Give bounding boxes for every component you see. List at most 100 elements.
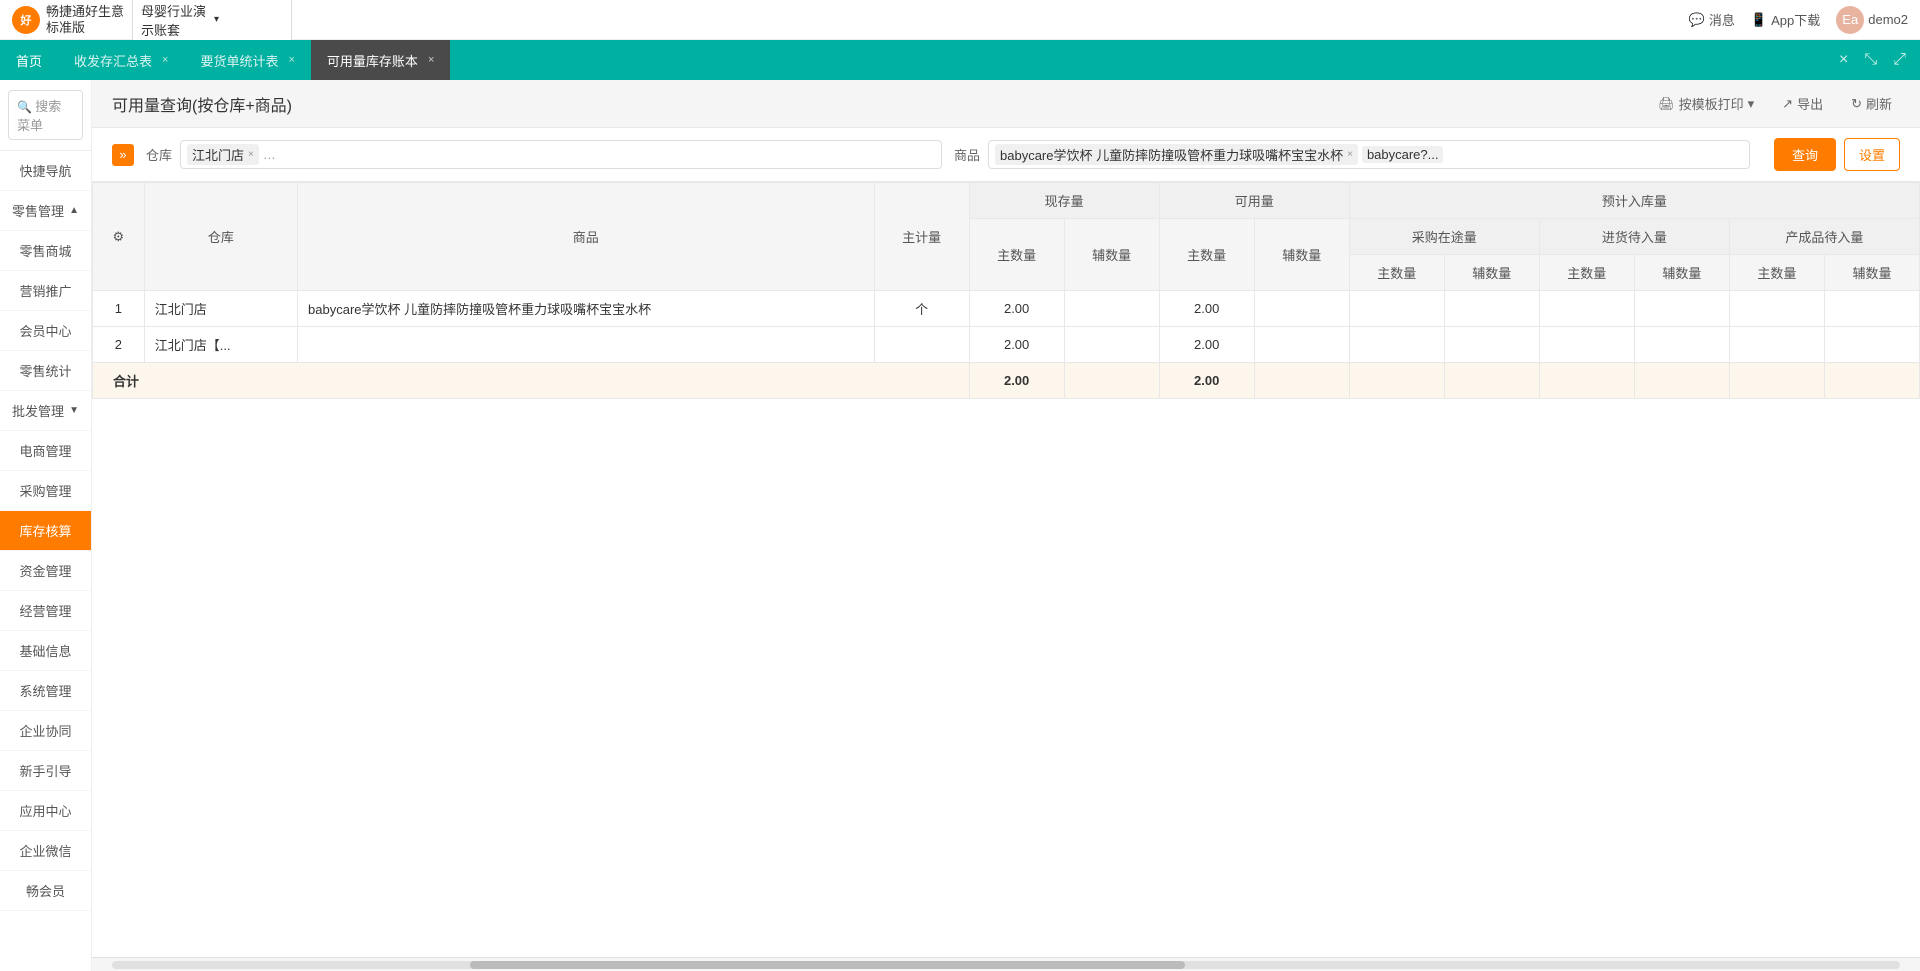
production-aux-qty-header: 辅数量: [1824, 255, 1919, 291]
search-menu-btn[interactable]: 🔍 搜索菜单: [8, 90, 83, 140]
top-bar-right: 💬 消息 📱 App下载 Ea demo2: [1689, 6, 1908, 34]
tab-bar-actions: × ⤡ ⤢: [1833, 47, 1920, 73]
footer-incoming-main: [1539, 363, 1634, 399]
product-column-header: 商品: [298, 183, 875, 291]
message-icon: 💬: [1689, 12, 1705, 28]
sidebar-item-zero-sales-stats[interactable]: 零售统计: [0, 351, 91, 391]
sidebar-item-member-center[interactable]: 会员中心: [0, 311, 91, 351]
row-unit-2: [874, 327, 969, 363]
sidebar-item-zero-sales-mgmt[interactable]: 零售管理 ▲: [0, 191, 91, 231]
row-purchase-aux-1: [1444, 291, 1539, 327]
message-btn[interactable]: 💬 消息: [1689, 10, 1735, 29]
filter-actions: 查询 设置: [1774, 138, 1900, 171]
refresh-btn[interactable]: ↻ 刷新: [1843, 90, 1900, 117]
sidebar-item-enterprise-wechat[interactable]: 企业微信: [0, 831, 91, 871]
row-purchase-aux-2: [1444, 327, 1539, 363]
sidebar-item-finance-mgmt[interactable]: 资金管理: [0, 551, 91, 591]
stock-main-qty-header: 主数量: [969, 219, 1064, 291]
tab-requisition[interactable]: 要货单统计表 ×: [184, 40, 310, 80]
product-filter-label: 商品: [954, 145, 980, 164]
row-purchase-main-2: [1349, 327, 1444, 363]
app-download-btn[interactable]: 📱 App下载: [1751, 10, 1820, 29]
sidebar-item-ecommerce-mgmt[interactable]: 电商管理: [0, 431, 91, 471]
filter-expand-btn[interactable]: »: [112, 144, 134, 166]
data-table: ⚙ 仓库 商品 主计量 现存量 可用量 预计入库量 主数量 辅数量 主数量: [92, 182, 1920, 399]
footer-stock-aux: [1064, 363, 1159, 399]
row-product-2: [298, 327, 875, 363]
product-tag-1: babycare学饮杯 儿童防摔防撞吸管杯重力球吸嘴杯宝宝水杯 ×: [995, 144, 1358, 165]
sidebar-item-operations-mgmt[interactable]: 经营管理: [0, 591, 91, 631]
logo-area: 好 畅捷通好生意 标准版: [12, 4, 124, 35]
tab-close-receive-send[interactable]: ×: [162, 54, 168, 66]
user-menu[interactable]: Ea demo2: [1836, 6, 1908, 34]
table-wrapper: ⚙ 仓库 商品 主计量 现存量 可用量 预计入库量 主数量 辅数量 主数量: [92, 182, 1920, 957]
sidebar-item-quick-nav[interactable]: 快捷导航: [0, 151, 91, 191]
sidebar-item-system-mgmt[interactable]: 系统管理: [0, 671, 91, 711]
product-tag-container[interactable]: babycare学饮杯 儿童防摔防撞吸管杯重力球吸嘴杯宝宝水杯 × babyca…: [988, 140, 1750, 169]
setting-btn[interactable]: 设置: [1844, 138, 1900, 171]
tab-bar: 首页 收发存汇总表 × 要货单统计表 × 可用量库存账本 × × ⤡ ⤢: [0, 40, 1920, 80]
print-icon: 🖨: [1658, 96, 1675, 112]
product-filter-group: 商品 babycare学饮杯 儿童防摔防撞吸管杯重力球吸嘴杯宝宝水杯 × bab…: [954, 140, 1750, 169]
product-tag-close-1[interactable]: ×: [1347, 149, 1353, 160]
sidebar-item-inventory-check[interactable]: 库存核算: [0, 511, 91, 551]
main-layout: 🔍 搜索菜单 快捷导航 零售管理 ▲ 零售商城 营销推广 会员中心 零售统计 批…: [0, 80, 1920, 971]
horizontal-scrollbar[interactable]: [92, 957, 1920, 971]
sidebar-item-enterprise-collab[interactable]: 企业协同: [0, 711, 91, 751]
content-area: 可用量查询(按仓库+商品) 🖨 按模板打印 ▾ ↗ 导出 ↻ 刷新: [92, 80, 1920, 971]
avatar: Ea: [1836, 6, 1864, 34]
sidebar-item-app-center[interactable]: 应用中心: [0, 791, 91, 831]
receive-send-tab-label: 收发存汇总表: [74, 51, 152, 70]
app-download-icon: 📱: [1751, 12, 1767, 28]
row-avail-main-1: 2.00: [1159, 291, 1254, 327]
tab-close-available-stock[interactable]: ×: [428, 54, 434, 66]
tab-receive-send[interactable]: 收发存汇总表 ×: [58, 40, 184, 80]
tab-close-requisition[interactable]: ×: [288, 54, 294, 66]
footer-production-aux: [1824, 363, 1919, 399]
footer-stock-main: 2.00: [969, 363, 1064, 399]
warehouse-tag-close-jiangbei[interactable]: ×: [248, 149, 254, 160]
row-avail-main-2: 2.00: [1159, 327, 1254, 363]
sidebar-item-zero-sales-mall[interactable]: 零售商城: [0, 231, 91, 271]
sidebar-item-wholesale-mgmt[interactable]: 批发管理 ▼: [0, 391, 91, 431]
query-btn[interactable]: 查询: [1774, 138, 1836, 171]
page-header: 可用量查询(按仓库+商品) 🖨 按模板打印 ▾ ↗ 导出 ↻ 刷新: [92, 80, 1920, 128]
sidebar-item-marketing[interactable]: 营销推广: [0, 271, 91, 311]
row-incoming-main-1: [1539, 291, 1634, 327]
warehouse-tag-container[interactable]: 江北门店 × …: [180, 140, 942, 169]
chevron-down-icon: ▾: [214, 14, 283, 25]
sidebar-item-member-club[interactable]: 畅会员: [0, 871, 91, 911]
tab-maximize-btn[interactable]: ⤢: [1887, 47, 1912, 73]
incoming-pending-header: 进货待入量: [1539, 219, 1729, 255]
row-purchase-main-1: [1349, 291, 1444, 327]
warehouse-filter-more[interactable]: …: [263, 147, 276, 162]
export-btn[interactable]: ↗ 导出: [1774, 90, 1831, 117]
row-production-main-1: [1729, 291, 1824, 327]
sidebar-item-purchase-mgmt[interactable]: 采购管理: [0, 471, 91, 511]
row-stock-main-1: 2.00: [969, 291, 1064, 327]
row-warehouse-2: 江北门店【...: [144, 327, 297, 363]
tab-available-stock[interactable]: 可用量库存账本 ×: [311, 40, 450, 80]
sidebar-item-new-guide[interactable]: 新手引导: [0, 751, 91, 791]
tab-close-all-btn[interactable]: ×: [1833, 47, 1854, 73]
tab-minimize-btn[interactable]: ⤡: [1858, 47, 1883, 73]
warehouse-filter-label: 仓库: [146, 145, 172, 164]
row-incoming-aux-1: [1634, 291, 1729, 327]
row-unit-1: 个: [874, 291, 969, 327]
tab-home[interactable]: 首页: [0, 40, 58, 80]
table-row: 2 江北门店【... 2.00 2.00: [93, 327, 1920, 363]
page-title: 可用量查询(按仓库+商品): [112, 92, 292, 116]
store-selector[interactable]: 母婴行业演示账套 ▾: [132, 0, 292, 43]
footer-avail-main: 2.00: [1159, 363, 1254, 399]
sidebar-item-basic-info[interactable]: 基础信息: [0, 631, 91, 671]
row-avail-aux-2: [1254, 327, 1349, 363]
scrollbar-thumb[interactable]: [470, 961, 1185, 969]
top-bar: 好 畅捷通好生意 标准版 母婴行业演示账套 ▾ 💬 消息 📱 App下载 Ea …: [0, 0, 1920, 40]
settings-column-header[interactable]: ⚙: [93, 183, 145, 291]
row-production-aux-1: [1824, 291, 1919, 327]
row-number-2: 2: [93, 327, 145, 363]
template-print-btn[interactable]: 🖨 按模板打印 ▾: [1650, 90, 1762, 117]
table-footer-row: 合计 2.00 2.00: [93, 363, 1920, 399]
dropdown-arrow-print: ▾: [1748, 96, 1755, 112]
warehouse-tag-jiangbei: 江北门店 ×: [187, 144, 259, 165]
